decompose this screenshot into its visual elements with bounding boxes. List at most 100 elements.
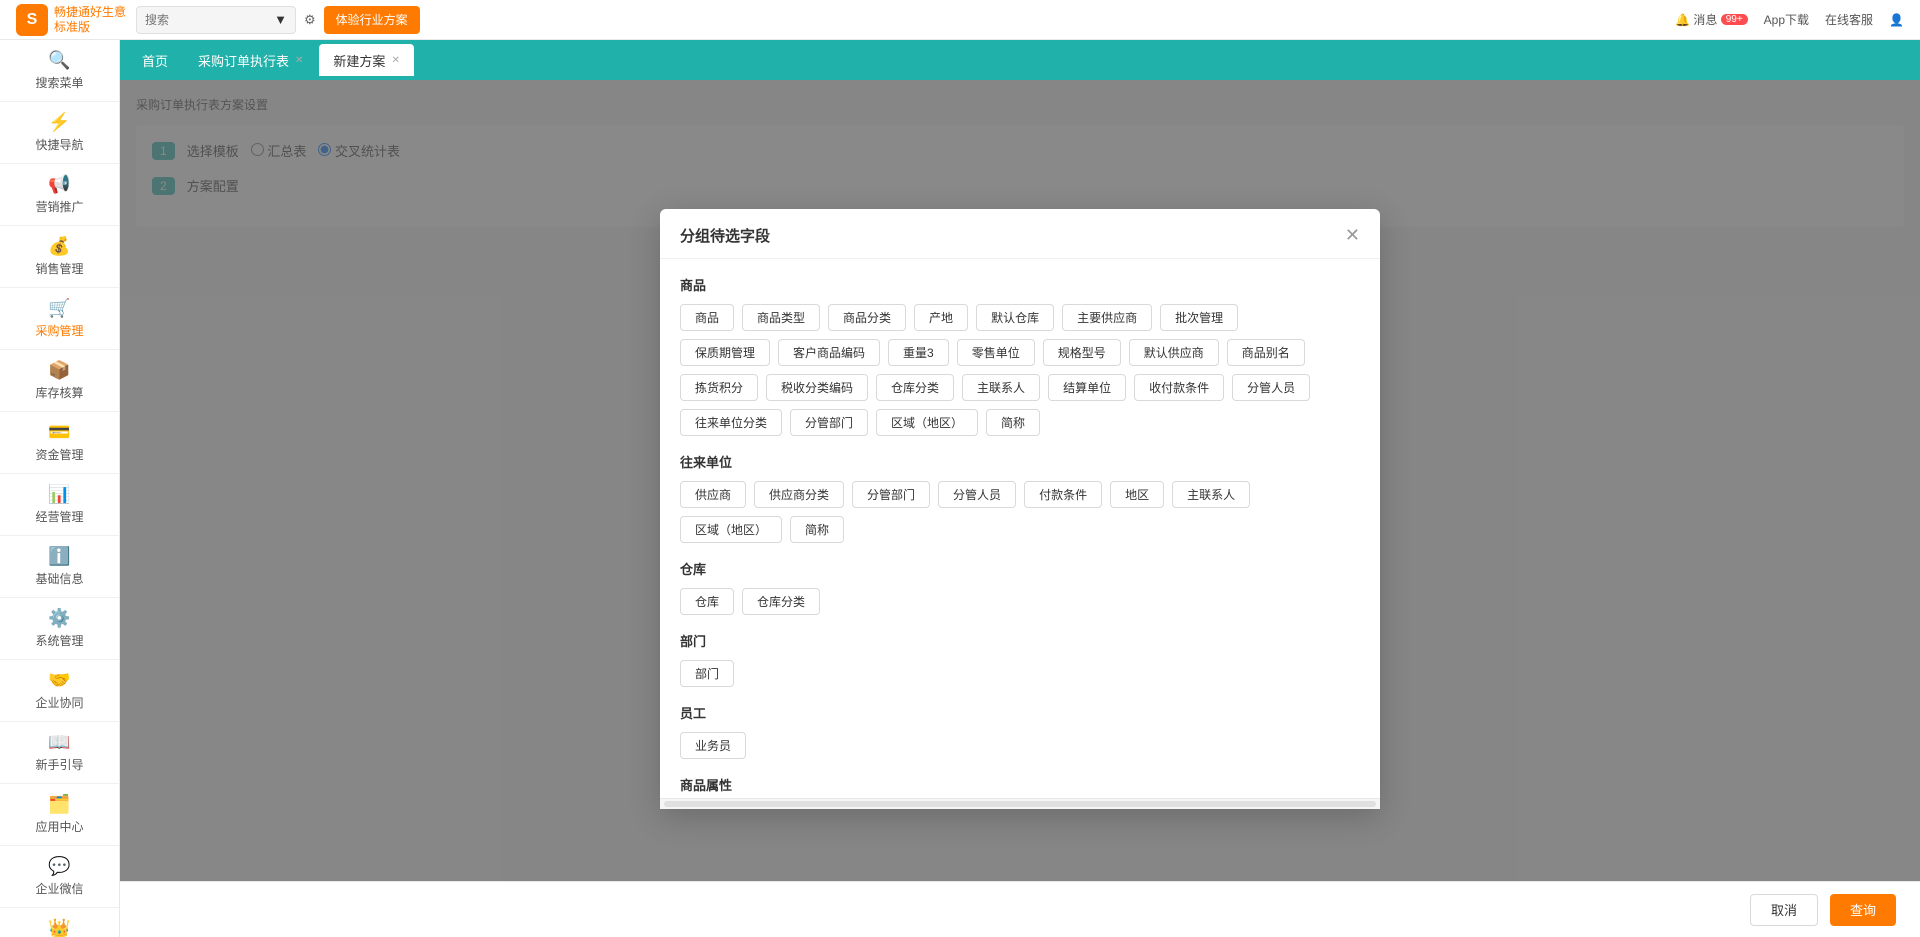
sidebar: 🔍 搜索菜单 ⚡ 快捷导航 📢 营销推广 💰 销售管理 🛒 采购管理 📦 库存核… [0,40,120,937]
search-icon: ▼ [274,12,287,27]
sidebar-label-sales: 销售管理 [35,260,83,277]
partner-field-grid2: 区域（地区） 简称 [680,516,1360,543]
tab-home[interactable]: 首页 [128,44,182,76]
search-box[interactable]: ▼ [136,6,296,34]
field-tag-manager[interactable]: 分管人员 [938,481,1016,508]
field-tag-default-warehouse[interactable]: 默认仓库 [976,304,1054,331]
section-title-attrs: 商品属性 [680,775,1360,794]
enterprise-icon: 🤝 [48,670,70,691]
modal-body: 商品 商品 商品类型 商品分类 产地 默认仓库 主要供应商 批次管理 保质期管理… [660,259,1380,798]
field-tag-batch-mgmt[interactable]: 批次管理 [1160,304,1238,331]
sidebar-item-enterprise[interactable]: 🤝 企业协同 [0,660,119,722]
tab-new-plan-close[interactable]: ✕ [391,55,399,66]
field-tag-wh-category[interactable]: 仓库分类 [742,588,820,615]
field-tag-warehouse-category[interactable]: 仓库分类 [876,374,954,401]
field-tag-main-contact[interactable]: 主联系人 [962,374,1040,401]
notification-area[interactable]: 🔔 消息 99+ [1675,11,1748,28]
modal-header: 分组待选字段 ✕ [660,209,1380,259]
field-tag-settlement-unit[interactable]: 结算单位 [1048,374,1126,401]
field-tag-customer-code[interactable]: 客户商品编码 [778,339,880,366]
app-download-link[interactable]: App下载 [1764,11,1809,28]
online-service-link[interactable]: 在线客服 [1825,11,1873,28]
field-tag-region[interactable]: 区域（地区） [876,409,978,436]
sidebar-label-marketing: 营销推广 [35,198,83,215]
sidebar-item-system[interactable]: ⚙️ 系统管理 [0,598,119,660]
field-tag-goods-category[interactable]: 商品分类 [828,304,906,331]
field-tag-partner-category[interactable]: 往来单位分类 [680,409,782,436]
sidebar-label-basicinfo: 基础信息 [35,570,83,587]
logo-text: 畅捷通好生意 标准版 [54,5,126,34]
field-tag-goods[interactable]: 商品 [680,304,734,331]
field-tag-payment-cond[interactable]: 付款条件 [1024,481,1102,508]
field-tag-goods-type[interactable]: 商品类型 [742,304,820,331]
tab-purchase-exec[interactable]: 采购订单执行表 ✕ [184,44,317,76]
field-tag-department[interactable]: 部门 [680,660,734,687]
guide-icon: 📖 [48,732,70,753]
goods-field-grid2: 保质期管理 客户商品编码 重量3 零售单位 规格型号 默认供应商 商品别名 [680,339,1360,366]
tab-purchase-exec-close[interactable]: ✕ [295,55,303,66]
goods-field-grid: 商品 商品类型 商品分类 产地 默认仓库 主要供应商 批次管理 [680,304,1360,331]
tab-new-plan-label: 新建方案 [333,51,385,70]
search-input[interactable] [145,13,274,27]
field-select-modal: 分组待选字段 ✕ 商品 商品 商品类型 商品分类 产地 默认仓库 主要供应商 批… [660,209,1380,809]
employee-field-grid: 业务员 [680,732,1360,759]
wechat-icon: 💬 [48,856,70,877]
field-tag-expiry[interactable]: 保质期管理 [680,339,770,366]
field-tag-contact[interactable]: 主联系人 [1172,481,1250,508]
field-tag-retail-unit[interactable]: 零售单位 [957,339,1035,366]
field-tag-warehouse[interactable]: 仓库 [680,588,734,615]
sidebar-item-search[interactable]: 🔍 搜索菜单 [0,40,119,102]
sidebar-item-inventory[interactable]: 📦 库存核算 [0,350,119,412]
sidebar-item-sales[interactable]: 💰 销售管理 [0,226,119,288]
field-tag-supplier[interactable]: 供应商 [680,481,746,508]
sidebar-item-basicinfo[interactable]: ℹ️ 基础信息 [0,536,119,598]
sidebar-item-quicknav[interactable]: ⚡ 快捷导航 [0,102,119,164]
field-tag-tax-code[interactable]: 税收分类编码 [766,374,868,401]
field-tag-payment-terms[interactable]: 收付款条件 [1134,374,1224,401]
avatar[interactable]: 👤 [1889,13,1904,27]
sidebar-item-management[interactable]: 📊 经营管理 [0,474,119,536]
footer-cancel-btn[interactable]: 取消 [1750,894,1818,926]
footer-confirm-btn[interactable]: 查询 [1830,894,1896,926]
sidebar-item-purchase[interactable]: 🛒 采购管理 [0,288,119,350]
field-tag-short-name[interactable]: 简称 [986,409,1040,436]
sidebar-item-appcenter[interactable]: 🗂️ 应用中心 [0,784,119,846]
experience-btn[interactable]: 体验行业方案 [324,6,420,34]
system-icon: ⚙️ [48,608,70,629]
sidebar-label-search: 搜索菜单 [35,74,83,91]
field-tag-spec-model[interactable]: 规格型号 [1043,339,1121,366]
goods-field-grid4: 往来单位分类 分管部门 区域（地区） 简称 [680,409,1360,436]
inventory-icon: 📦 [48,360,70,381]
field-tag-supervisor[interactable]: 分管人员 [1232,374,1310,401]
field-tag-default-supplier[interactable]: 默认供应商 [1129,339,1219,366]
sidebar-item-finance[interactable]: 💳 资金管理 [0,412,119,474]
field-tag-salesperson[interactable]: 业务员 [680,732,746,759]
notification-badge: 99+ [1721,14,1748,25]
sidebar-item-member[interactable]: 👑 畅会员 [0,908,119,937]
field-tag-pick-points[interactable]: 拣货积分 [680,374,758,401]
field-tag-sup-dept[interactable]: 分管部门 [790,409,868,436]
settings-icon[interactable]: ⚙ [304,12,316,28]
sidebar-item-marketing[interactable]: 📢 营销推广 [0,164,119,226]
marketing-icon: 📢 [48,174,70,195]
modal-close-btn[interactable]: ✕ [1345,226,1360,244]
tabbar: 首页 采购订单执行表 ✕ 新建方案 ✕ [120,40,1920,80]
field-tag-partner-short[interactable]: 简称 [790,516,844,543]
topbar: S 畅捷通好生意 标准版 ▼ ⚙ 体验行业方案 🔔 消息 99+ App下载 在… [0,0,1920,40]
tab-new-plan[interactable]: 新建方案 ✕ [319,44,413,76]
purchase-icon: 🛒 [48,298,70,319]
field-tag-dept[interactable]: 分管部门 [852,481,930,508]
page-footer: 取消 查询 [120,881,1920,937]
goods-field-grid3: 拣货积分 税收分类编码 仓库分类 主联系人 结算单位 收付款条件 分管人员 [680,374,1360,401]
sidebar-item-wechat[interactable]: 💬 企业微信 [0,846,119,908]
field-tag-main-supplier[interactable]: 主要供应商 [1062,304,1152,331]
field-tag-area[interactable]: 地区 [1110,481,1164,508]
field-tag-origin[interactable]: 产地 [914,304,968,331]
sidebar-item-guide[interactable]: 📖 新手引导 [0,722,119,784]
field-tag-partner-region[interactable]: 区域（地区） [680,516,782,543]
field-tag-weight[interactable]: 重量3 [888,339,949,366]
sidebar-label-management: 经营管理 [35,508,83,525]
field-tag-supplier-category[interactable]: 供应商分类 [754,481,844,508]
field-tag-goods-alias[interactable]: 商品别名 [1227,339,1305,366]
appcenter-icon: 🗂️ [48,794,70,815]
